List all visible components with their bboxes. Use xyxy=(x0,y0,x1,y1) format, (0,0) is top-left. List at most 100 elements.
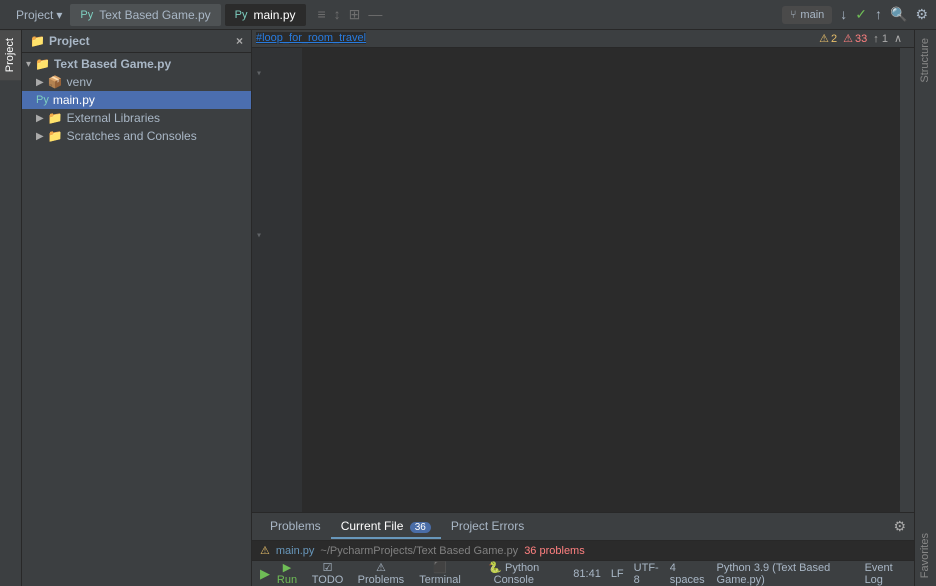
tab-problems[interactable]: Problems xyxy=(260,515,331,539)
problems-label: ⚠ Problems xyxy=(356,561,406,586)
todo-label: ☑ TODO xyxy=(309,561,346,586)
fold-gutter: ▾▾ xyxy=(252,48,266,512)
event-log[interactable]: Event Log xyxy=(865,562,906,586)
search-icon[interactable]: 🔍 xyxy=(890,6,907,23)
python-console-button[interactable]: 🐍 Python Console xyxy=(474,561,553,586)
problems-tabs: Problems Current File 36 Project Errors … xyxy=(252,513,914,541)
breadcrumb: #loop_for_room_travel xyxy=(256,32,366,45)
vcs-icons: ↓ ✓ ↑ 🔍 ⚙ xyxy=(840,6,928,23)
run-label: ▶ Run xyxy=(275,561,299,586)
cursor-position: 81:41 xyxy=(573,568,601,580)
python-console-label: 🐍 Python Console xyxy=(474,561,553,586)
tree-item-label: Text Based Game.py xyxy=(54,57,171,71)
py-icon-main: Py xyxy=(235,9,248,21)
tree-item-ext-libs[interactable]: ▶ 📁 External Libraries xyxy=(22,109,251,127)
problems-path: ~/PycharmProjects/Text Based Game.py xyxy=(320,545,518,557)
right-vertical-tabs: Structure Favorites xyxy=(914,30,936,586)
branch-count: ↑ 1 xyxy=(873,33,888,45)
tab-project-errors-label: Project Errors xyxy=(451,519,524,533)
warn-icon-header: ⚠ xyxy=(260,544,270,557)
toolbar-icons: ≡ ↕ ⊞ — xyxy=(318,6,383,23)
tab-current-file-label: Current File xyxy=(341,519,404,533)
project-icon: 📁 xyxy=(30,34,45,48)
run-icon: ▶ xyxy=(260,566,270,582)
tree-item-main[interactable]: Py main.py xyxy=(22,91,251,109)
tree-item-label: main.py xyxy=(53,93,95,107)
branch-info[interactable]: ⑂ main xyxy=(782,6,832,24)
problems-count: 36 problems xyxy=(524,545,585,557)
indent-spaces: 4 spaces xyxy=(670,562,707,586)
editor-container: #loop_for_room_travel ⚠ 2 ⚠ 33 ↑ 1 xyxy=(252,30,914,586)
settings-icon[interactable]: ⚙ xyxy=(915,6,928,23)
sort-icon[interactable]: ↕ xyxy=(334,6,341,23)
expand-icon: ▾ xyxy=(26,59,31,70)
problems-header: ⚠ main.py ~/PycharmProjects/Text Based G… xyxy=(252,541,914,560)
editor-warnings: ⚠ 2 ⚠ 33 ↑ 1 ∧ xyxy=(811,32,910,45)
py-icon: Py xyxy=(80,9,93,21)
expand-icon: ▶ xyxy=(36,77,44,88)
breadcrumb-link[interactable]: #loop_for_room_travel xyxy=(256,32,366,44)
main-layout: Project 📁 Project × ▾ 📁 Text Based Game.… xyxy=(0,30,936,586)
grid-icon[interactable]: ⊞ xyxy=(349,6,361,23)
editor-area: #loop_for_room_travel ⚠ 2 ⚠ 33 ↑ 1 xyxy=(252,30,914,512)
problems-file: main.py xyxy=(276,545,315,557)
minus-icon[interactable]: — xyxy=(368,6,382,23)
project-panel: 📁 Project × ▾ 📁 Text Based Game.py ▶ 📦 v… xyxy=(22,30,252,586)
tab-main[interactable]: Py main.py xyxy=(225,4,306,26)
expand-icon: ▶ xyxy=(36,131,44,142)
tab-textbasedgame[interactable]: Py Text Based Game.py xyxy=(70,4,220,26)
tree-item-label: External Libraries xyxy=(67,111,160,125)
folder-icon: 📁 xyxy=(48,111,63,125)
top-bar: Project ▾ Py Text Based Game.py Py main.… xyxy=(0,0,936,30)
tab-project-errors[interactable]: Project Errors xyxy=(441,515,534,539)
code-content[interactable] xyxy=(302,48,900,512)
close-icon[interactable]: × xyxy=(236,34,243,48)
favorites-vert-tab[interactable]: Favorites xyxy=(915,525,936,586)
tab-current-file[interactable]: Current File 36 xyxy=(331,515,441,539)
project-label: Project xyxy=(16,8,53,22)
line-numbers xyxy=(266,48,302,512)
structure-vert-tab[interactable]: Structure xyxy=(915,30,936,91)
fold-37[interactable]: ▾ xyxy=(253,228,265,246)
tree-item-venv[interactable]: ▶ 📦 venv xyxy=(22,73,251,91)
folder-icon: 📁 xyxy=(48,129,63,143)
run-button[interactable]: ▶ ▶ Run xyxy=(260,561,299,586)
status-bar: ▶ ▶ Run ☑ TODO ⚠ Problems ⬛ Terminal 🐍 P… xyxy=(252,560,914,586)
branch-arrow: ↑ xyxy=(873,33,879,45)
branch-name: main xyxy=(800,9,824,21)
project-vert-tab[interactable]: Project xyxy=(0,30,21,80)
tree-item-label: Scratches and Consoles xyxy=(67,129,197,143)
tab-problems-label: Problems xyxy=(270,519,321,533)
push-icon[interactable]: ↑ xyxy=(875,6,882,23)
venv-icon: 📦 xyxy=(48,75,63,89)
error-count[interactable]: ⚠ 33 xyxy=(843,32,867,45)
terminal-button[interactable]: ⬛ Terminal xyxy=(416,561,465,586)
update-icon[interactable]: ↓ xyxy=(840,6,847,23)
left-vertical-tabs: Project xyxy=(0,30,22,586)
tree-item-label: venv xyxy=(67,75,92,89)
collapse-icon[interactable]: ∧ xyxy=(894,32,902,45)
tree-item-scratches[interactable]: ▶ 📁 Scratches and Consoles xyxy=(22,127,251,145)
branch-icon: ⑂ xyxy=(790,9,797,21)
py-file-icon: Py xyxy=(36,94,49,106)
right-gutter xyxy=(900,48,914,512)
folder-icon: 📁 xyxy=(35,57,50,71)
align-icon[interactable]: ≡ xyxy=(318,6,326,23)
warning-count[interactable]: ⚠ 2 xyxy=(819,32,837,45)
bottom-panel: Problems Current File 36 Project Errors … xyxy=(252,512,914,560)
encoding: UTF-8 xyxy=(634,562,660,586)
project-tree: ▾ 📁 Text Based Game.py ▶ 📦 venv Py main.… xyxy=(22,53,251,586)
current-file-badge: 36 xyxy=(410,522,431,533)
code-area[interactable]: ▾▾ xyxy=(252,48,914,512)
commit-icon[interactable]: ✓ xyxy=(855,6,867,23)
tree-item-project-root[interactable]: ▾ 📁 Text Based Game.py xyxy=(22,55,251,73)
todo-button[interactable]: ☑ TODO xyxy=(309,561,346,586)
project-panel-header: 📁 Project × xyxy=(22,30,251,53)
editor-header-bar: #loop_for_room_travel ⚠ 2 ⚠ 33 ↑ 1 xyxy=(252,30,914,48)
line-ending: LF xyxy=(611,568,624,580)
problems-button[interactable]: ⚠ Problems xyxy=(356,561,406,586)
settings-gear[interactable]: ⚙ xyxy=(893,518,906,535)
err-icon: ⚠ xyxy=(843,32,853,45)
fold-28[interactable]: ▾ xyxy=(253,66,265,84)
project-dropdown[interactable]: Project ▾ xyxy=(8,5,70,25)
